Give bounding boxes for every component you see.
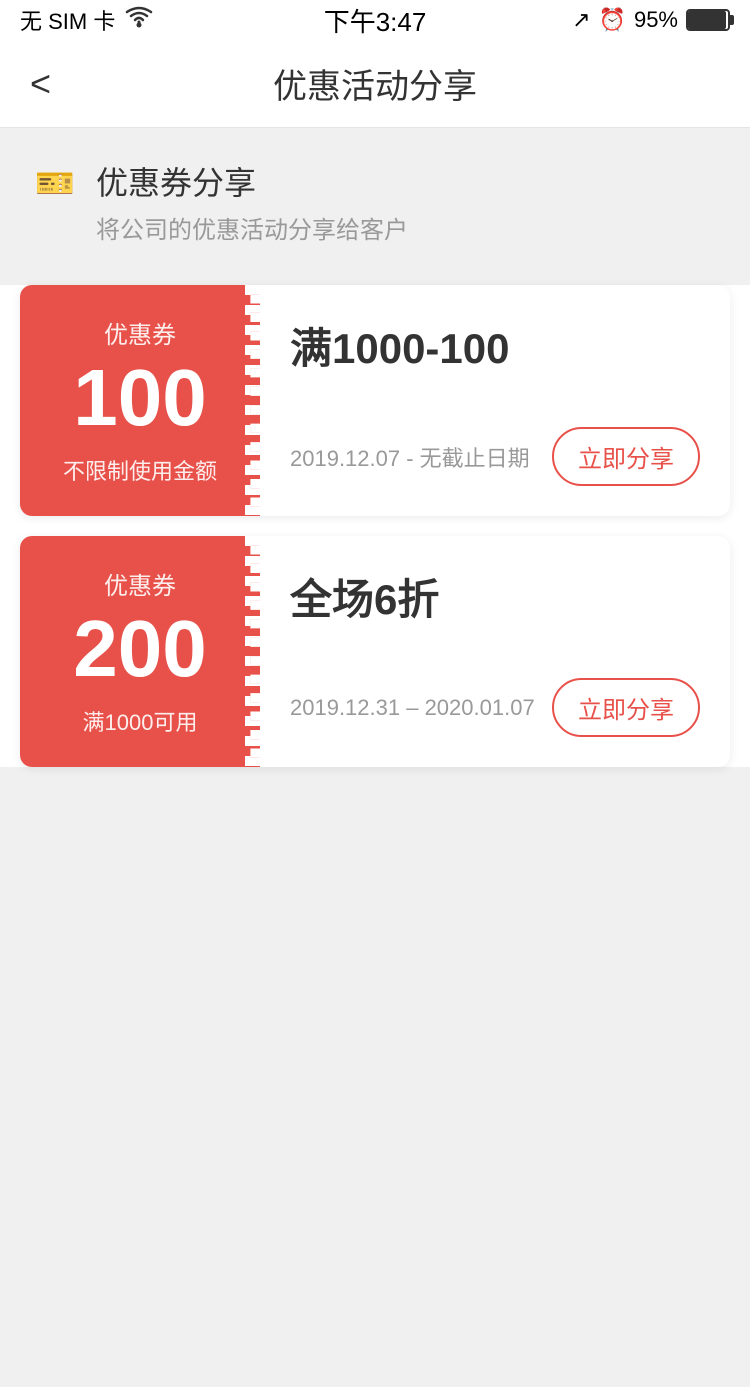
battery-percentage: 95% <box>634 7 678 33</box>
alarm-icon: ⏰ <box>599 7 626 33</box>
page-title: 优惠活动分享 <box>273 59 477 108</box>
coupon-condition-2: 满1000可用 <box>83 705 198 737</box>
section-header: 🎫 优惠券分享 将公司的优惠活动分享给客户 <box>0 128 750 265</box>
coupon-card-2: 优惠券 200 满1000可用 全场6折 2019.12.31 – 2020.0… <box>20 536 730 767</box>
coupon-right-1: 满1000-100 2019.12.07 - 无截止日期 立即分享 <box>260 285 730 516</box>
status-right: ↗ ⏰ 95% <box>572 7 730 33</box>
section-subtitle: 将公司的优惠活动分享给客户 <box>96 210 408 245</box>
wifi-icon <box>125 6 153 34</box>
coupon-share-btn-2[interactable]: 立即分享 <box>552 678 700 737</box>
empty-area <box>0 787 750 1387</box>
carrier-label: 无 SIM 卡 <box>20 4 115 36</box>
coupon-name-1: 满1000-100 <box>290 315 700 376</box>
coupon-share-btn-1[interactable]: 立即分享 <box>552 427 700 486</box>
coupon-footer-2: 2019.12.31 – 2020.01.07 立即分享 <box>290 678 700 737</box>
coupon-amount-2: 200 <box>73 609 206 689</box>
coupon-card-1: 优惠券 100 不限制使用金额 满1000-100 2019.12.07 - 无… <box>20 285 730 516</box>
section-title: 优惠券分享 <box>96 158 408 204</box>
location-icon: ↗ <box>572 7 590 33</box>
coupon-date-2: 2019.12.31 – 2020.01.07 <box>290 695 552 721</box>
coupon-label-1: 优惠券 <box>104 315 176 350</box>
coupon-icon-emoji: 🎫 <box>35 164 75 202</box>
coupon-label-2: 优惠券 <box>104 566 176 601</box>
coupon-amount-1: 100 <box>73 358 206 438</box>
battery-icon <box>686 9 730 31</box>
coupon-condition-1: 不限制使用金额 <box>63 454 217 486</box>
status-left: 无 SIM 卡 <box>20 4 153 36</box>
coupon-right-2: 全场6折 2019.12.31 – 2020.01.07 立即分享 <box>260 536 730 767</box>
status-bar: 无 SIM 卡 下午3:47 ↗ ⏰ 95% <box>0 0 750 40</box>
coupon-left-1: 优惠券 100 不限制使用金额 <box>20 285 260 516</box>
coupon-left-2: 优惠券 200 满1000可用 <box>20 536 260 767</box>
coupon-list: 优惠券 100 不限制使用金额 满1000-100 2019.12.07 - 无… <box>0 285 750 767</box>
coupon-date-1: 2019.12.07 - 无截止日期 <box>290 441 552 473</box>
section-text: 优惠券分享 将公司的优惠活动分享给客户 <box>96 158 408 245</box>
section-icon: 🎫 <box>30 158 80 208</box>
nav-bar: < 优惠活动分享 <box>0 40 750 128</box>
status-time: 下午3:47 <box>324 2 427 39</box>
coupon-name-2: 全场6折 <box>290 566 700 627</box>
coupon-footer-1: 2019.12.07 - 无截止日期 立即分享 <box>290 427 700 486</box>
back-button[interactable]: < <box>30 63 51 105</box>
battery-fill <box>688 11 726 29</box>
